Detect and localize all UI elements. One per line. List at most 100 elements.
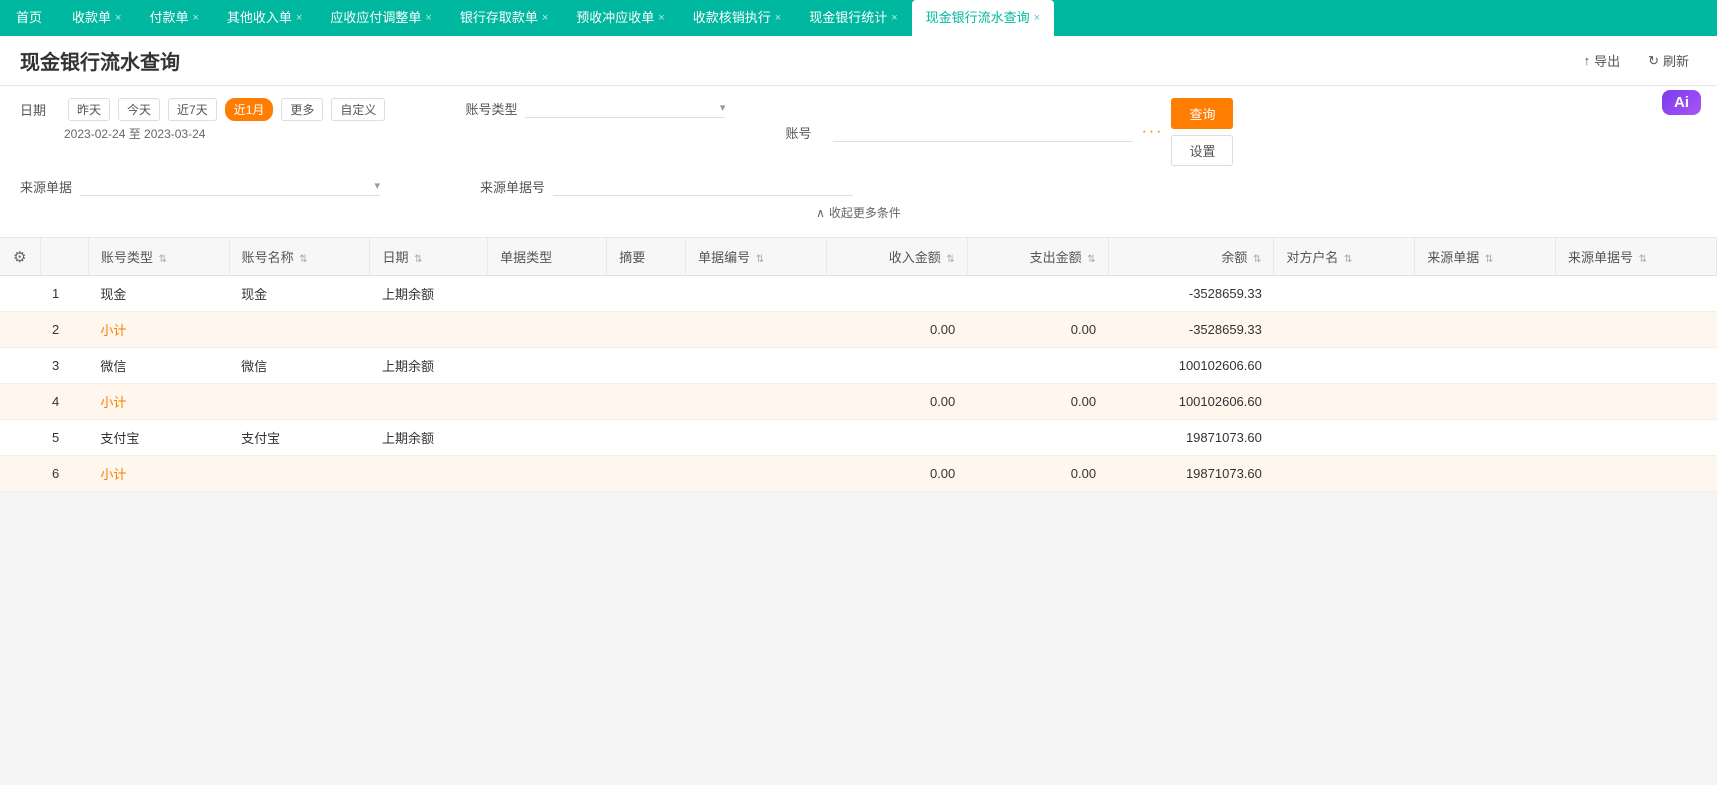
col-source-doc[interactable]: 来源单据 ⇅ [1415, 238, 1556, 276]
cell-doc-type [488, 276, 607, 312]
cell-doc-type [488, 456, 607, 492]
col-doc-no[interactable]: 单据编号 ⇅ [686, 238, 827, 276]
sort-icon: ⇅ [414, 254, 422, 265]
cell-no: 6 [40, 456, 88, 492]
collapse-bar[interactable]: ∧ 收起更多条件 [20, 200, 1697, 225]
nav-tab-1[interactable]: 付款单 × [135, 0, 212, 36]
date-btn-custom[interactable]: 自定义 [331, 98, 385, 121]
cell-no: 2 [40, 312, 88, 348]
col-expense[interactable]: 支出金额 ⇅ [967, 238, 1108, 276]
cell-gear [0, 456, 40, 492]
col-date[interactable]: 日期 ⇅ [370, 238, 488, 276]
cell-balance: 100102606.60 [1108, 348, 1274, 384]
nav-tab-4[interactable]: 银行存取款单 × [446, 0, 562, 36]
cell-expense [967, 348, 1108, 384]
data-table: ⚙ 账号类型 ⇅ 账号名称 ⇅ 日期 ⇅ 单据类型 [0, 238, 1717, 492]
cell-counterpart [1274, 348, 1415, 384]
cell-doc-no [686, 348, 827, 384]
source-doc-no-input[interactable] [553, 176, 853, 196]
cell-balance: 19871073.60 [1108, 420, 1274, 456]
settings-button[interactable]: 设置 [1171, 135, 1233, 166]
nav-tab-2[interactable]: 其他收入单 × [213, 0, 316, 36]
nav-home[interactable]: 首页 [0, 0, 58, 36]
nav-tab-0[interactable]: 收款单 × [58, 0, 135, 36]
account-type-select[interactable]: 现金 微信 支付宝 [525, 98, 719, 117]
col-balance[interactable]: 余额 ⇅ [1108, 238, 1274, 276]
date-btn-more[interactable]: 更多 [281, 98, 323, 121]
nav-tab-6[interactable]: 收款核销执行 × [679, 0, 795, 36]
cell-account-type: 支付宝 [88, 420, 229, 456]
close-icon[interactable]: × [542, 0, 548, 36]
cell-date [370, 456, 488, 492]
cell-gear [0, 384, 40, 420]
export-button[interactable]: ↑ 导出 [1576, 47, 1629, 74]
sort-icon: ⇅ [946, 254, 954, 265]
close-icon[interactable]: × [658, 0, 664, 36]
page-header: 现金银行流水查询 ↑ 导出 ↻ 刷新 [0, 36, 1717, 86]
col-source-doc-no[interactable]: 来源单据号 ⇅ [1556, 238, 1717, 276]
sort-icon: ⇅ [1253, 254, 1261, 265]
cell-expense: 0.00 [967, 456, 1108, 492]
cell-account-type: 小计 [88, 384, 229, 420]
top-nav: 首页 收款单 × 付款单 × 其他收入单 × 应收应付调整单 × 银行存取款单 … [0, 0, 1717, 36]
close-icon[interactable]: × [425, 0, 431, 36]
nav-tab-7[interactable]: 现金银行统计 × [795, 0, 911, 36]
sort-icon: ⇅ [1344, 254, 1352, 265]
source-doc-no-label: 来源单据号 [480, 177, 545, 196]
account-type-select-wrapper: 现金 微信 支付宝 ▾ [525, 98, 725, 118]
col-gear[interactable]: ⚙ [0, 238, 40, 276]
source-doc-select-wrapper: ▾ [80, 176, 380, 196]
nav-tab-5[interactable]: 预收冲应收单 × [562, 0, 678, 36]
cell-doc-no [686, 420, 827, 456]
cell-no: 1 [40, 276, 88, 312]
date-btn-1month[interactable]: 近1月 [225, 98, 274, 121]
cell-doc-no [686, 276, 827, 312]
close-icon[interactable]: × [1034, 0, 1040, 36]
col-account-name[interactable]: 账号名称 ⇅ [229, 238, 370, 276]
refresh-button[interactable]: ↻ 刷新 [1640, 47, 1697, 74]
cell-account-type: 微信 [88, 348, 229, 384]
cell-account-name: 支付宝 [229, 420, 370, 456]
date-btn-7days[interactable]: 近7天 [168, 98, 217, 121]
source-doc-select[interactable] [80, 176, 374, 195]
col-counterpart[interactable]: 对方户名 ⇅ [1274, 238, 1415, 276]
date-range: 2023-02-24 至 2023-03-24 [64, 127, 205, 141]
nav-tab-3[interactable]: 应收应付调整单 × [316, 0, 445, 36]
cell-summary [607, 456, 686, 492]
gear-icon[interactable]: ⚙ [13, 249, 26, 266]
cell-summary [607, 348, 686, 384]
close-icon[interactable]: × [296, 0, 302, 36]
date-label: 日期 [20, 100, 60, 119]
cell-expense [967, 276, 1108, 312]
close-icon[interactable]: × [891, 0, 897, 36]
cell-summary [607, 276, 686, 312]
account-dots-button[interactable]: ··· [1141, 123, 1163, 141]
table-row: 4小计0.000.00100102606.60 [0, 384, 1717, 420]
cell-doc-type [488, 348, 607, 384]
cell-summary [607, 420, 686, 456]
nav-tab-8[interactable]: 现金银行流水查询 × [912, 0, 1054, 36]
cell-doc-no [686, 456, 827, 492]
query-button[interactable]: 查询 [1171, 98, 1233, 129]
cell-gear [0, 348, 40, 384]
close-icon[interactable]: × [192, 0, 198, 36]
col-account-type[interactable]: 账号类型 ⇅ [88, 238, 229, 276]
cell-counterpart [1274, 420, 1415, 456]
cell-source-doc-no [1556, 348, 1717, 384]
cell-income: 0.00 [826, 456, 967, 492]
cell-date: 上期余额 [370, 420, 488, 456]
ai-badge[interactable]: Ai [1662, 90, 1701, 115]
cell-no: 5 [40, 420, 88, 456]
col-income[interactable]: 收入金额 ⇅ [826, 238, 967, 276]
cell-doc-no [686, 384, 827, 420]
sort-icon: ⇅ [1639, 254, 1647, 265]
date-btn-today[interactable]: 今天 [118, 98, 160, 121]
cell-gear [0, 276, 40, 312]
close-icon[interactable]: × [775, 0, 781, 36]
close-icon[interactable]: × [115, 0, 121, 36]
page-title: 现金银行流水查询 [20, 46, 180, 75]
source-doc-label: 来源单据 [20, 177, 72, 196]
account-input[interactable] [833, 122, 1133, 142]
cell-gear [0, 312, 40, 348]
date-btn-yesterday[interactable]: 昨天 [68, 98, 110, 121]
